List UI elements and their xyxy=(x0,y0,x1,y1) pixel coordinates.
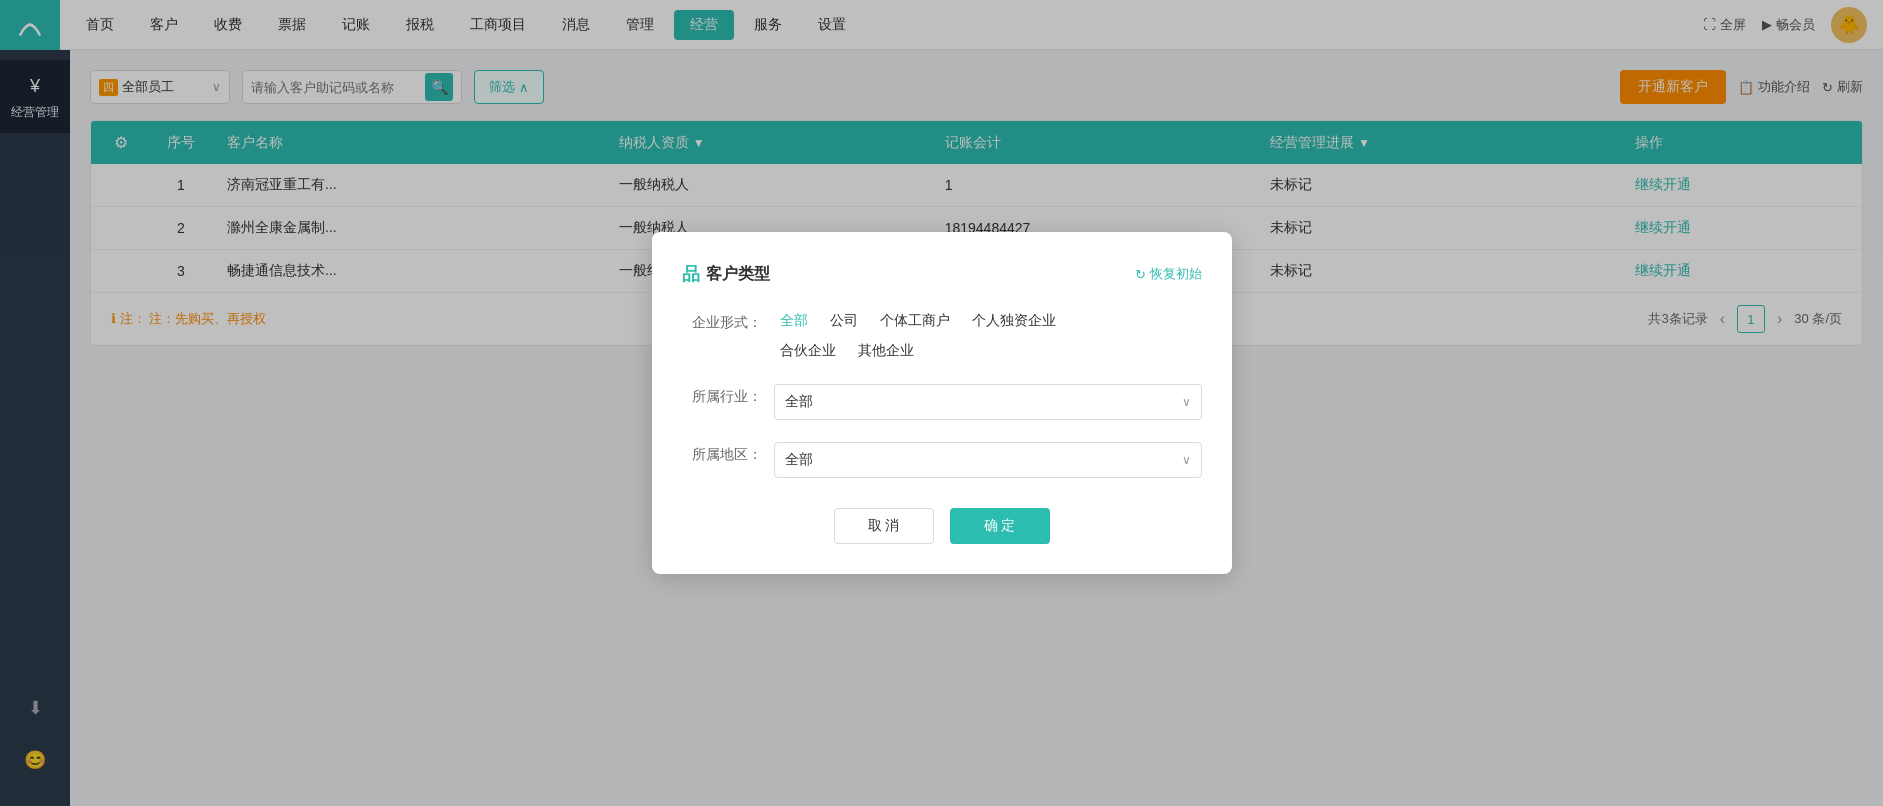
reset-label: 恢复初始 xyxy=(1150,265,1202,283)
cancel-button[interactable]: 取 消 xyxy=(834,508,934,544)
enterprise-options-group: 全部 公司 个体工商户 个人独资企业 xyxy=(774,310,1202,332)
industry-label: 所属行业： xyxy=(682,384,762,406)
region-arrow-icon: ∨ xyxy=(1182,453,1191,467)
reset-icon: ↻ xyxy=(1135,267,1146,282)
enterprise-form-options: 全部 公司 个体工商户 个人独资企业 合伙企业 其他企业 xyxy=(774,310,1202,362)
modal-header: 品 客户类型 ↻ 恢复初始 xyxy=(682,262,1202,286)
industry-value: 全部 xyxy=(785,393,813,411)
enterprise-form-row: 企业形式： 全部 公司 个体工商户 个人独资企业 合伙企业 其他企业 xyxy=(682,310,1202,362)
industry-select-wrap: 全部 ∨ xyxy=(774,384,1202,420)
option-individual[interactable]: 个体工商户 xyxy=(874,310,956,332)
region-value: 全部 xyxy=(785,451,813,469)
region-select[interactable]: 全部 ∨ xyxy=(774,442,1202,478)
region-select-wrap: 全部 ∨ xyxy=(774,442,1202,478)
option-partnership[interactable]: 合伙企业 xyxy=(774,340,842,362)
region-label: 所属地区： xyxy=(682,442,762,464)
enterprise-form-label: 企业形式： xyxy=(682,310,762,332)
region-row: 所属地区： 全部 ∨ xyxy=(682,442,1202,478)
industry-arrow-icon: ∨ xyxy=(1182,395,1191,409)
industry-row: 所属行业： 全部 ∨ xyxy=(682,384,1202,420)
option-company[interactable]: 公司 xyxy=(824,310,864,332)
modal-footer: 取 消 确 定 xyxy=(682,508,1202,544)
filter-modal: 品 客户类型 ↻ 恢复初始 企业形式： 全部 公司 个体工商户 个人独资企业 合… xyxy=(652,232,1232,574)
reset-button[interactable]: ↻ 恢复初始 xyxy=(1135,265,1202,283)
enterprise-options-group2: 合伙企业 其他企业 xyxy=(774,340,1202,362)
option-all[interactable]: 全部 xyxy=(774,310,814,332)
confirm-button[interactable]: 确 定 xyxy=(950,508,1050,544)
option-sole[interactable]: 个人独资企业 xyxy=(966,310,1062,332)
modal-title-text: 客户类型 xyxy=(706,264,770,285)
modal-title-icon: 品 xyxy=(682,262,700,286)
option-other[interactable]: 其他企业 xyxy=(852,340,920,362)
modal-title: 品 客户类型 xyxy=(682,262,1127,286)
industry-select[interactable]: 全部 ∨ xyxy=(774,384,1202,420)
